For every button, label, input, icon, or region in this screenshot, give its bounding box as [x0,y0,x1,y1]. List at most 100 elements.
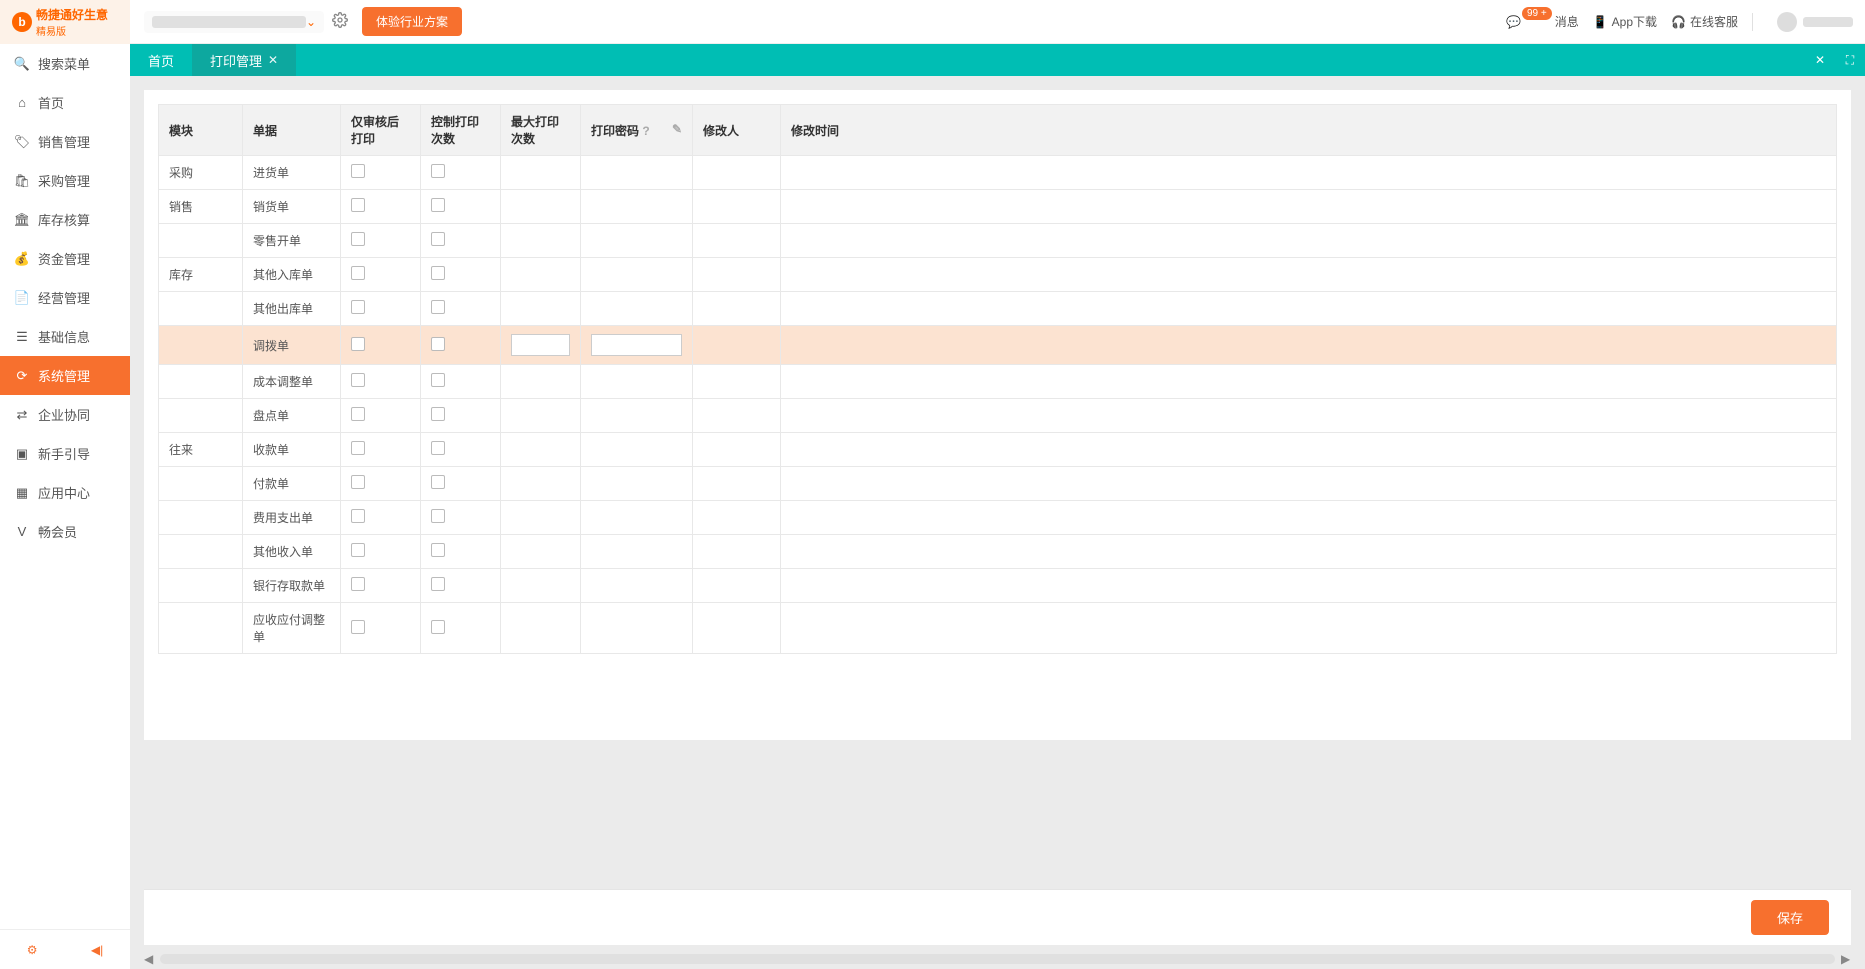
edit-icon[interactable]: ✎ [672,122,682,136]
close-all-tabs-button[interactable]: ✕ [1805,53,1835,67]
checkbox[interactable] [431,441,445,455]
table-row[interactable]: 付款单 [159,467,1837,501]
sidebar-item-11[interactable]: ▦应用中心 [0,473,130,512]
sidebar-item-10[interactable]: ▣新手引导 [0,434,130,473]
scroll-track[interactable] [160,954,1835,964]
checkbox[interactable] [431,407,445,421]
horizontal-scrollbar[interactable]: ◀ ▶ [144,953,1851,965]
user-menu[interactable] [1767,12,1853,32]
cell-audit-only [341,569,421,603]
checkbox[interactable] [431,266,445,280]
sidebar-item-9[interactable]: ⇄企业协同 [0,395,130,434]
checkbox[interactable] [351,577,365,591]
checkbox[interactable] [351,509,365,523]
apps-icon: ▦ [14,485,30,501]
checkbox[interactable] [351,373,365,387]
table-row[interactable]: 零售开单 [159,224,1837,258]
cell-max-count [501,292,581,326]
table-row[interactable]: 往来收款单 [159,433,1837,467]
close-icon[interactable]: ✕ [268,53,278,67]
sidebar-item-8[interactable]: ⟳系统管理 [0,356,130,395]
table-row[interactable]: 银行存取款单 [159,569,1837,603]
max-count-input[interactable] [511,334,570,356]
checkbox[interactable] [351,198,365,212]
sidebar-item-5[interactable]: 💰资金管理 [0,239,130,278]
cell-doc: 付款单 [243,467,341,501]
sidebar-item-6[interactable]: 📄经营管理 [0,278,130,317]
scroll-right-arrow[interactable]: ▶ [1841,952,1851,966]
checkbox[interactable] [431,373,445,387]
sidebar-item-12[interactable]: V畅会员 [0,512,130,551]
sidebar-item-label: 库存核算 [38,210,90,229]
fullscreen-button[interactable]: ⛶ [1835,53,1865,68]
checkbox[interactable] [351,300,365,314]
table-row[interactable]: 应收应付调整单 [159,603,1837,654]
password-input[interactable] [591,334,682,356]
cell-max-count [501,501,581,535]
cell-max-count [501,399,581,433]
checkbox[interactable] [351,266,365,280]
brand-icon: b [12,12,32,32]
table-row[interactable]: 销售销货单 [159,190,1837,224]
table-row[interactable]: 调拨单 [159,326,1837,365]
cell-modify-time [781,501,1837,535]
cell-limit-count [421,326,501,365]
cell-modifier [693,326,781,365]
table-row[interactable]: 费用支出单 [159,501,1837,535]
separator [1752,13,1753,31]
cell-limit-count [421,467,501,501]
checkbox[interactable] [431,577,445,591]
help-icon[interactable]: ? [642,124,649,138]
org-selector[interactable]: ⌄ [144,11,324,33]
table-row[interactable]: 库存其他入库单 [159,258,1837,292]
checkbox[interactable] [431,232,445,246]
table-row[interactable]: 采购进货单 [159,156,1837,190]
gear-icon[interactable]: ⚙ [27,943,38,957]
checkbox[interactable] [351,543,365,557]
checkbox[interactable] [431,337,445,351]
table-row[interactable]: 成本调整单 [159,365,1837,399]
sidebar-item-4[interactable]: 🏛库存核算 [0,200,130,239]
app-download-link[interactable]: 📱 App下载 [1593,13,1657,30]
cell-max-count [501,190,581,224]
collapse-icon[interactable]: ◀| [91,943,103,957]
checkbox[interactable] [431,198,445,212]
industry-solution-button[interactable]: 体验行业方案 [362,7,462,36]
gear-icon[interactable] [332,12,348,31]
cell-password [581,399,693,433]
checkbox[interactable] [351,475,365,489]
checkbox[interactable] [431,300,445,314]
checkbox[interactable] [431,164,445,178]
sidebar-item-3[interactable]: 🛍采购管理 [0,161,130,200]
cell-modifier [693,224,781,258]
checkbox[interactable] [351,620,365,634]
tab-0[interactable]: 首页 [130,44,192,76]
sidebar-item-7[interactable]: ☰基础信息 [0,317,130,356]
checkbox[interactable] [431,509,445,523]
sidebar-item-2[interactable]: 🏷销售管理 [0,122,130,161]
checkbox[interactable] [351,407,365,421]
save-button[interactable]: 保存 [1751,900,1829,935]
cell-audit-only [341,603,421,654]
cell-modifier [693,535,781,569]
checkbox[interactable] [431,543,445,557]
sidebar-item-1[interactable]: ⌂首页 [0,83,130,122]
checkbox[interactable] [351,337,365,351]
checkbox[interactable] [431,475,445,489]
sidebar-item-label: 经营管理 [38,288,90,307]
cell-doc: 销货单 [243,190,341,224]
checkbox[interactable] [351,164,365,178]
cell-audit-only [341,399,421,433]
sidebar-item-0[interactable]: 🔍搜索菜单 [0,44,130,83]
column-header: 模块 [159,105,243,156]
table-row[interactable]: 其他收入单 [159,535,1837,569]
checkbox[interactable] [351,441,365,455]
messages-link[interactable]: 💬 99 + 消息 [1506,13,1579,30]
scroll-left-arrow[interactable]: ◀ [144,952,154,966]
tab-1[interactable]: 打印管理✕ [192,44,296,76]
table-row[interactable]: 盘点单 [159,399,1837,433]
online-service-link[interactable]: 🎧 在线客服 [1671,13,1738,30]
checkbox[interactable] [351,232,365,246]
checkbox[interactable] [431,620,445,634]
table-row[interactable]: 其他出库单 [159,292,1837,326]
